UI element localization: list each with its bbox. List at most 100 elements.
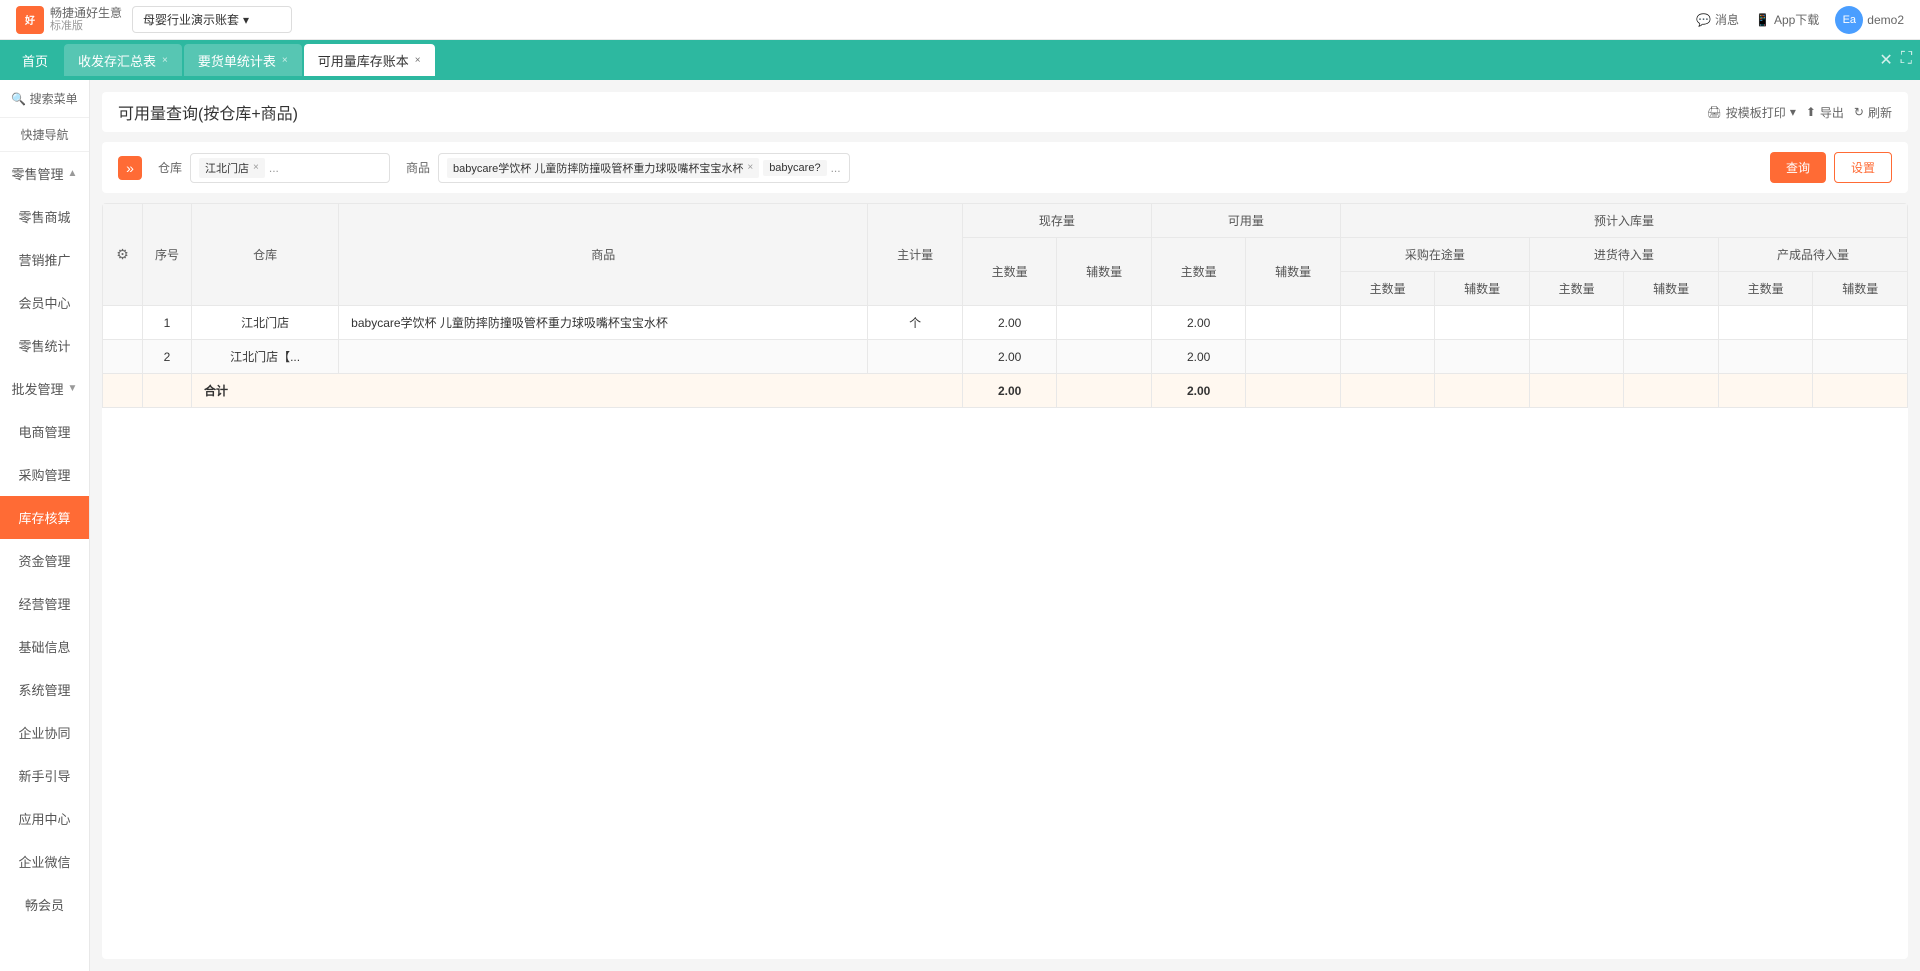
product-more[interactable]: ...: [831, 161, 841, 175]
warehouse-tag-remove[interactable]: ×: [253, 162, 259, 173]
sidebar-item-finance[interactable]: 资金管理: [0, 539, 89, 582]
query-button[interactable]: 查询: [1770, 152, 1826, 183]
sidebar-item-basic-info-label: 基础信息: [18, 637, 70, 656]
sidebar-item-vip-member[interactable]: 畅会员: [0, 883, 89, 926]
refresh-icon: ↻: [1854, 105, 1864, 119]
sidebar-item-wholesale-mgmt[interactable]: 批发管理 ▼: [0, 367, 89, 410]
total-row: 合计 2.00 2.00: [103, 374, 1908, 408]
tab-receipt-summary[interactable]: 收发存汇总表 ×: [64, 44, 182, 76]
settings-button[interactable]: 设置: [1834, 152, 1892, 183]
warehouse-more[interactable]: ...: [269, 161, 279, 175]
fullscreen-icon[interactable]: ⛶: [1901, 50, 1912, 70]
th-settings: ⚙: [103, 204, 143, 306]
tab-home[interactable]: 首页: [8, 44, 62, 76]
sidebar-item-inventory-label: 库存核算: [18, 508, 70, 527]
sidebar-item-enterprise-collab[interactable]: 企业协同: [0, 711, 89, 754]
sidebar-item-basic-info[interactable]: 基础信息: [0, 625, 89, 668]
template-print-button[interactable]: 🖨 按模板打印 ▾: [1707, 104, 1796, 121]
sidebar-item-enterprise-wechat[interactable]: 企业微信: [0, 840, 89, 883]
export-icon: ⬆: [1806, 105, 1816, 119]
row1-pur-transit-main: [1340, 306, 1435, 340]
sidebar-item-operations-label: 经营管理: [18, 594, 70, 613]
sidebar-item-retail-mall[interactable]: 零售商城: [0, 195, 89, 238]
total-spacer1: [143, 374, 192, 408]
tab-receipt-summary-close[interactable]: ×: [162, 55, 168, 66]
user-menu[interactable]: Ea demo2: [1835, 6, 1904, 34]
total-settings: [103, 374, 143, 408]
row1-product: babycare学饮杯 儿童防摔防撞吸管杯重力球吸嘴杯宝宝水杯: [339, 306, 868, 340]
th-incoming-pending-group: 进货待入量: [1529, 238, 1718, 272]
product-input[interactable]: babycare学饮杯 儿童防摔防撞吸管杯重力球吸嘴杯宝宝水杯 × babyca…: [438, 153, 850, 183]
th-purchase-transit-group: 采购在途量: [1340, 238, 1529, 272]
sidebar-item-retail-stats[interactable]: 零售统计: [0, 324, 89, 367]
export-button[interactable]: ⬆ 导出: [1806, 104, 1844, 121]
warehouse-input[interactable]: 江北门店 × ...: [190, 153, 390, 183]
total-current-main: 2.00: [962, 374, 1057, 408]
nav-tabs: 首页 收发存汇总表 × 要货单统计表 × 可用量库存账本 × ✕ ⛶: [0, 40, 1920, 80]
th-incoming-aux: 辅数量: [1624, 272, 1719, 306]
filter-actions: 查询 设置: [1770, 152, 1892, 183]
sidebar-item-new-guide[interactable]: 新手引导: [0, 754, 89, 797]
chevron-down-icon-print: ▾: [1790, 105, 1796, 119]
sidebar-item-marketing-label: 营销推广: [18, 250, 70, 269]
row2-product: [339, 340, 868, 374]
sidebar-item-inventory[interactable]: 库存核算: [0, 496, 89, 539]
app-download-button[interactable]: 📱 App下载: [1755, 11, 1819, 28]
th-incoming-main: 主数量: [1529, 272, 1624, 306]
nav-right-actions: ✕ ⛶: [1879, 50, 1912, 70]
tab-order-stats-label: 要货单统计表: [198, 51, 276, 70]
th-main-unit: 主计量: [868, 204, 963, 306]
product-tag-remove[interactable]: ×: [747, 162, 753, 173]
printer-icon: 🖨: [1707, 105, 1722, 119]
filter-expand-button[interactable]: »: [118, 156, 142, 180]
sidebar-item-ecommerce[interactable]: 电商管理: [0, 410, 89, 453]
product-label: 商品: [406, 159, 430, 176]
message-icon: 💬: [1696, 13, 1711, 27]
company-selector[interactable]: 母婴行业演示账套 ▾: [132, 6, 292, 33]
table-row: 2 江北门店【... 2.00 2.00: [103, 340, 1908, 374]
refresh-button[interactable]: ↻ 刷新: [1854, 104, 1892, 121]
page-header: 可用量查询(按仓库+商品) 🖨 按模板打印 ▾ ⬆ 导出 ↻ 刷新: [102, 92, 1908, 132]
sidebar-item-retail-mgmt[interactable]: 零售管理 ▲: [0, 152, 89, 195]
table-container: ⚙ 序号 仓库 商品 主计量: [102, 203, 1908, 959]
th-product: 商品: [339, 204, 868, 306]
warehouse-label: 仓库: [158, 159, 182, 176]
sidebar-item-member-center-label: 会员中心: [18, 293, 70, 312]
sidebar-item-purchase-mgmt[interactable]: 采购管理: [0, 453, 89, 496]
messages-label: 消息: [1715, 11, 1739, 28]
tab-order-stats[interactable]: 要货单统计表 ×: [184, 44, 302, 76]
product-filter-group: 商品 babycare学饮杯 儿童防摔防撞吸管杯重力球吸嘴杯宝宝水杯 × bab…: [406, 153, 850, 183]
sidebar-item-ecommerce-label: 电商管理: [18, 422, 70, 441]
row2-no: 2: [143, 340, 192, 374]
template-label: 标准版: [50, 20, 122, 33]
sidebar-search[interactable]: 🔍 搜索菜单: [0, 80, 89, 118]
tab-order-stats-close[interactable]: ×: [282, 55, 288, 66]
sidebar-quick-nav[interactable]: 快捷导航: [0, 118, 89, 152]
row1-main-unit: 个: [868, 306, 963, 340]
sidebar-item-system[interactable]: 系统管理: [0, 668, 89, 711]
sidebar-item-marketing[interactable]: 营销推广: [0, 238, 89, 281]
chevron-down-icon-wholesale: ▼: [68, 383, 78, 394]
gear-icon[interactable]: ⚙: [116, 246, 129, 262]
th-available-main: 主数量: [1151, 238, 1246, 306]
sidebar-item-member-center[interactable]: 会员中心: [0, 281, 89, 324]
row1-incoming-aux: [1624, 306, 1719, 340]
tab-available-stock-close[interactable]: ×: [415, 55, 421, 66]
th-warehouse: 仓库: [192, 204, 339, 306]
sidebar-item-system-label: 系统管理: [18, 680, 70, 699]
tab-available-stock[interactable]: 可用量库存账本 ×: [304, 44, 435, 76]
chevron-up-icon: ▲: [68, 168, 78, 179]
row1-settings: [103, 306, 143, 340]
th-planned-inbound-group: 预计入库量: [1340, 204, 1907, 238]
messages-button[interactable]: 💬 消息: [1696, 11, 1739, 28]
sidebar-item-operations[interactable]: 经营管理: [0, 582, 89, 625]
row1-product-pending-aux: [1813, 306, 1908, 340]
sidebar-item-app-center[interactable]: 应用中心: [0, 797, 89, 840]
sidebar-item-vip-member-label: 畅会员: [25, 895, 64, 914]
row2-product-pending-aux: [1813, 340, 1908, 374]
main-layout: 🔍 搜索菜单 快捷导航 零售管理 ▲ 零售商城 营销推广 会员中心 零售统计 批…: [0, 80, 1920, 971]
top-bar-right: 💬 消息 📱 App下载 Ea demo2: [1696, 6, 1904, 34]
close-window-icon[interactable]: ✕: [1879, 50, 1892, 70]
row1-no: 1: [143, 306, 192, 340]
total-available-main: 2.00: [1151, 374, 1246, 408]
